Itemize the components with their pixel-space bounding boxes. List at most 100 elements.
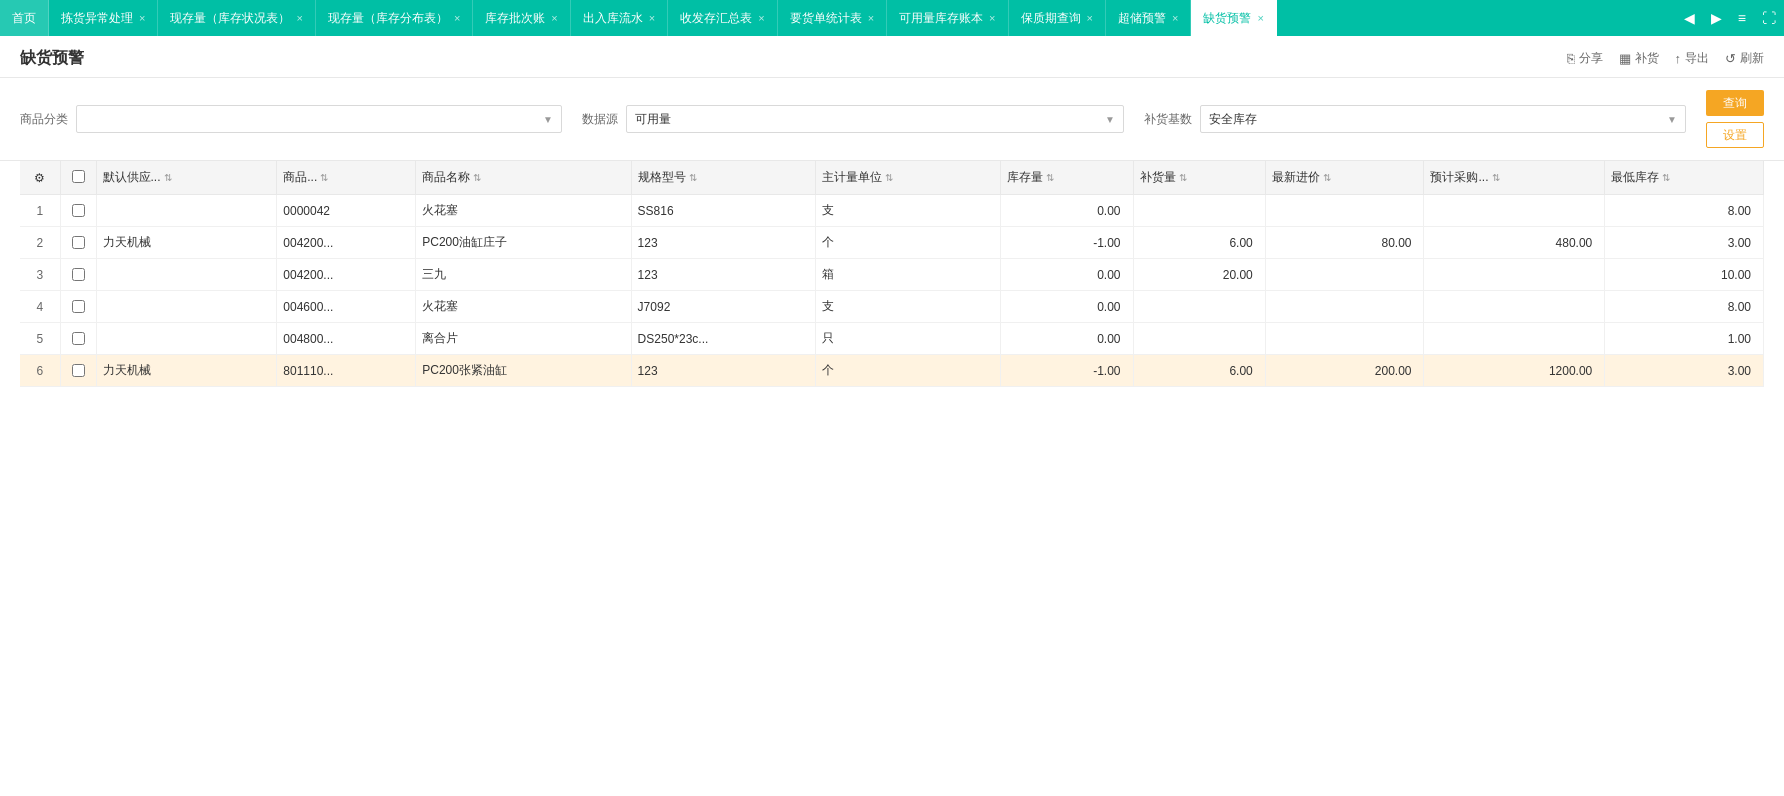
share-icon: ⎘ bbox=[1567, 51, 1575, 66]
row-replenish-qty: 6.00 bbox=[1133, 227, 1265, 259]
column-unit: 主计量单位 ⇅ bbox=[816, 161, 1001, 195]
row-replenish-qty: 20.00 bbox=[1133, 259, 1265, 291]
column-spec: 规格型号 ⇅ bbox=[631, 161, 816, 195]
nav-tab-abnormal[interactable]: 拣货异常处理 × bbox=[49, 0, 158, 36]
row-supplier bbox=[96, 195, 277, 227]
product-code-sort[interactable]: 商品... ⇅ bbox=[283, 169, 409, 186]
nav-tab-in-out-flow[interactable]: 出入库流水 × bbox=[571, 0, 668, 36]
row-replenish-qty bbox=[1133, 195, 1265, 227]
row-number: 2 bbox=[20, 227, 60, 259]
settings-button[interactable]: 设置 bbox=[1706, 122, 1764, 148]
row-est-purchase bbox=[1424, 291, 1605, 323]
nav-tab-receive-summary[interactable]: 收发存汇总表 × bbox=[668, 0, 777, 36]
close-overstock[interactable]: × bbox=[1172, 12, 1178, 24]
row-min-stock: 10.00 bbox=[1605, 259, 1764, 291]
row-number: 6 bbox=[20, 355, 60, 387]
row-spec: SS816 bbox=[631, 195, 816, 227]
row-product-code: 801110... bbox=[277, 355, 416, 387]
row-checkbox[interactable] bbox=[72, 332, 85, 345]
supplier-sort[interactable]: 默认供应... ⇅ bbox=[103, 169, 271, 186]
row-number: 1 bbox=[20, 195, 60, 227]
column-est-purchase: 预计采购... ⇅ bbox=[1424, 161, 1605, 195]
category-select[interactable]: ▼ bbox=[76, 105, 562, 133]
close-order-stats[interactable]: × bbox=[868, 12, 874, 24]
nav-menu-button[interactable]: ≡ bbox=[1730, 0, 1754, 36]
row-checkbox[interactable] bbox=[72, 268, 85, 281]
category-label: 商品分类 bbox=[20, 111, 68, 128]
latest-price-sort[interactable]: 最新进价 ⇅ bbox=[1272, 169, 1418, 186]
nav-tab-expiry-query[interactable]: 保质期查询 × bbox=[1009, 0, 1106, 36]
row-checkbox[interactable] bbox=[72, 236, 85, 249]
export-button[interactable]: ↑ 导出 bbox=[1675, 50, 1710, 67]
row-unit: 个 bbox=[816, 227, 1001, 259]
spec-sort[interactable]: 规格型号 ⇅ bbox=[638, 169, 810, 186]
product-name-sort[interactable]: 商品名称 ⇅ bbox=[422, 169, 624, 186]
min-stock-sort[interactable]: 最低库存 ⇅ bbox=[1611, 169, 1757, 186]
replenish-qty-sort[interactable]: 补货量 ⇅ bbox=[1140, 169, 1259, 186]
refresh-icon: ↺ bbox=[1725, 51, 1736, 66]
row-latest-price: 200.00 bbox=[1265, 355, 1424, 387]
column-stock: 库存量 ⇅ bbox=[1001, 161, 1133, 195]
nav-next-button[interactable]: ▶ bbox=[1703, 0, 1730, 36]
replenish-basis-select[interactable]: 安全库存 ▼ bbox=[1200, 105, 1686, 133]
close-expiry-query[interactable]: × bbox=[1087, 12, 1093, 24]
table-row: 4 004600... 火花塞 J7092 支 0.00 8.00 bbox=[20, 291, 1764, 323]
row-supplier bbox=[96, 259, 277, 291]
replenish-basis-arrow-icon: ▼ bbox=[1667, 114, 1677, 125]
close-inventory-dist[interactable]: × bbox=[454, 12, 460, 24]
row-product-name: 火花塞 bbox=[416, 291, 631, 323]
row-product-name: 火花塞 bbox=[416, 195, 631, 227]
nav-tab-order-stats[interactable]: 要货单统计表 × bbox=[778, 0, 887, 36]
column-settings-icon[interactable]: ⚙ bbox=[20, 161, 60, 195]
table-row: 2 力天机械 004200... PC200油缸庄子 123 个 -1.00 6… bbox=[20, 227, 1764, 259]
latest-price-sort-icon: ⇅ bbox=[1323, 172, 1331, 183]
close-inventory-status[interactable]: × bbox=[296, 12, 302, 24]
nav-tab-inventory-status[interactable]: 现存量（库存状况表） × bbox=[158, 0, 315, 36]
select-all-checkbox[interactable] bbox=[72, 170, 85, 183]
datasource-select[interactable]: 可用量 ▼ bbox=[626, 105, 1124, 133]
nav-tab-batch-account[interactable]: 库存批次账 × bbox=[473, 0, 570, 36]
replenish-basis-value: 安全库存 bbox=[1209, 111, 1257, 128]
datasource-value: 可用量 bbox=[635, 111, 671, 128]
nav-tab-available-ledger[interactable]: 可用量库存账本 × bbox=[887, 0, 1008, 36]
row-supplier: 力天机械 bbox=[96, 227, 277, 259]
page-title: 缺货预警 bbox=[20, 48, 84, 69]
row-min-stock: 3.00 bbox=[1605, 227, 1764, 259]
row-checkbox-cell bbox=[60, 259, 96, 291]
product-code-sort-icon: ⇅ bbox=[320, 172, 328, 183]
refresh-button[interactable]: ↺ 刷新 bbox=[1725, 50, 1764, 67]
query-button[interactable]: 查询 bbox=[1706, 90, 1764, 116]
close-abnormal[interactable]: × bbox=[139, 12, 145, 24]
column-product-code: 商品... ⇅ bbox=[277, 161, 416, 195]
est-purchase-sort[interactable]: 预计采购... ⇅ bbox=[1430, 169, 1598, 186]
row-product-name: 离合片 bbox=[416, 323, 631, 355]
column-product-name: 商品名称 ⇅ bbox=[416, 161, 631, 195]
row-latest-price bbox=[1265, 195, 1424, 227]
replenish-button[interactable]: ▦ 补货 bbox=[1619, 50, 1659, 67]
row-checkbox-cell bbox=[60, 195, 96, 227]
row-checkbox[interactable] bbox=[72, 364, 85, 377]
close-in-out-flow[interactable]: × bbox=[649, 12, 655, 24]
nav-tab-inventory-dist[interactable]: 现存量（库存分布表） × bbox=[316, 0, 473, 36]
nav-controls: ◀ ▶ ≡ ⛶ bbox=[1676, 0, 1784, 36]
stock-sort[interactable]: 库存量 ⇅ bbox=[1007, 169, 1126, 186]
close-receive-summary[interactable]: × bbox=[758, 12, 764, 24]
nav-prev-button[interactable]: ◀ bbox=[1676, 0, 1703, 36]
row-min-stock: 8.00 bbox=[1605, 195, 1764, 227]
nav-fullscreen-button[interactable]: ⛶ bbox=[1754, 0, 1784, 36]
nav-tab-home[interactable]: 首页 bbox=[0, 0, 49, 36]
row-checkbox[interactable] bbox=[72, 204, 85, 217]
close-batch-account[interactable]: × bbox=[551, 12, 557, 24]
close-available-ledger[interactable]: × bbox=[989, 12, 995, 24]
nav-tab-overstock[interactable]: 超储预警 × bbox=[1106, 0, 1191, 36]
unit-sort[interactable]: 主计量单位 ⇅ bbox=[822, 169, 994, 186]
close-shortage[interactable]: × bbox=[1257, 12, 1263, 24]
row-product-code: 004600... bbox=[277, 291, 416, 323]
row-spec: 123 bbox=[631, 355, 816, 387]
share-button[interactable]: ⎘ 分享 bbox=[1567, 50, 1603, 67]
table-row: 3 004200... 三九 123 箱 0.00 20.00 10.00 bbox=[20, 259, 1764, 291]
row-checkbox[interactable] bbox=[72, 300, 85, 313]
table-row: 6 力天机械 801110... PC200张紧油缸 123 个 -1.00 6… bbox=[20, 355, 1764, 387]
nav-tab-shortage[interactable]: 缺货预警 × bbox=[1191, 0, 1276, 36]
top-navigation: 首页 拣货异常处理 × 现存量（库存状况表） × 现存量（库存分布表） × 库存… bbox=[0, 0, 1784, 36]
